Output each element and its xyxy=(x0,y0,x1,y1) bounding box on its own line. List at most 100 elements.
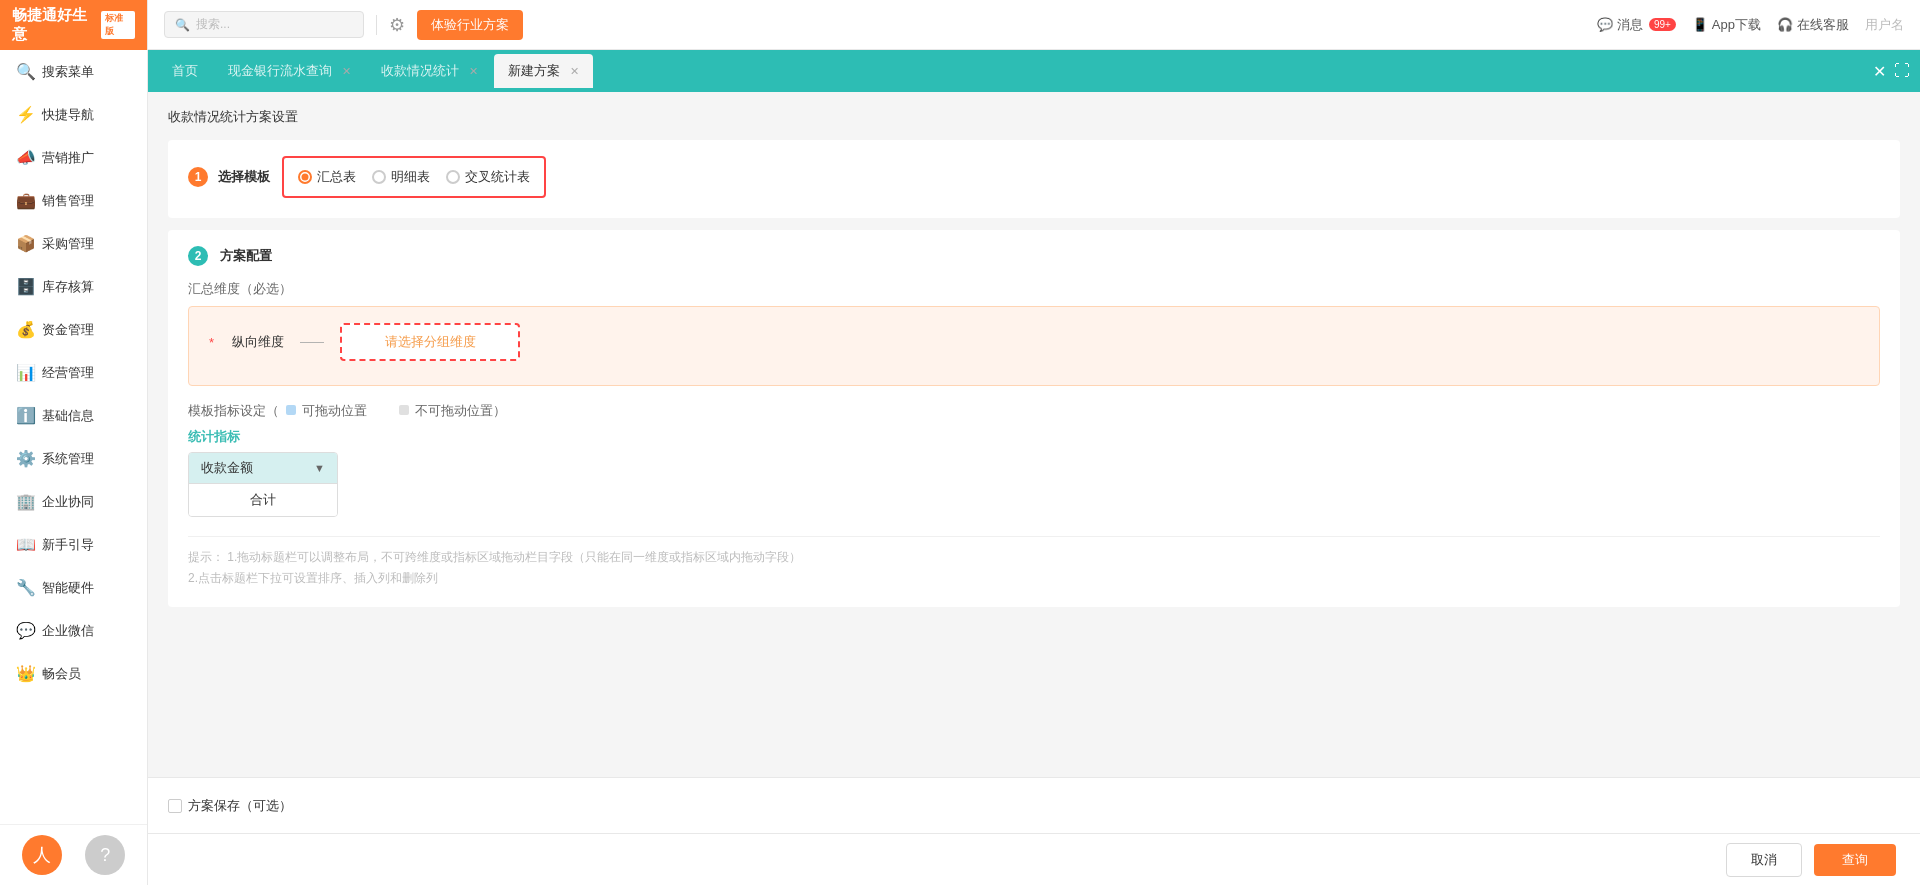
tab-3[interactable]: 新建方案✕ xyxy=(494,54,593,88)
step2-row: 2 方案配置 xyxy=(188,246,1880,266)
support-label: 在线客服 xyxy=(1797,16,1849,34)
radio-circle-2 xyxy=(446,170,460,184)
sidebar-bottom: 人 ? xyxy=(0,824,147,885)
sidebar-item-icon-13: 💬 xyxy=(16,621,34,640)
support-btn[interactable]: 🎧 在线客服 xyxy=(1777,16,1849,34)
step2-badge: 2 xyxy=(188,246,208,266)
step2-label: 方案配置 xyxy=(220,247,272,265)
sidebar-item-icon-10: 🏢 xyxy=(16,492,34,511)
sidebar-item-5[interactable]: 🗄️库存核算 xyxy=(0,265,147,308)
metric-dropdown-icon-0: ▼ xyxy=(314,462,325,474)
step1-badge: 1 xyxy=(188,167,208,187)
indicator-label: 模板指标设定（ 可拖动位置 不可拖动位置） xyxy=(188,402,1880,420)
sidebar-item-11[interactable]: 📖 新手引导 xyxy=(0,523,147,566)
required-star: * xyxy=(209,335,214,350)
config-area: 汇总维度（必选） * 纵向维度 —— 请选择分组维度 模板指标设定（ 可拖动位置 xyxy=(188,280,1880,587)
indicator-label-text: 模板指标设定（ xyxy=(188,403,279,418)
sidebar-item-label-10: 企业协同 xyxy=(42,493,94,511)
tab-close-2[interactable]: ✕ xyxy=(469,65,478,78)
template-option-1[interactable]: 明细表 xyxy=(372,168,430,186)
template-options: 汇总表 明细表交叉统计表 xyxy=(282,156,546,198)
radio-label-0: 汇总表 xyxy=(317,168,356,186)
dim-placeholder[interactable]: 请选择分组维度 xyxy=(340,323,520,361)
sidebar-item-icon-0: 🔍 xyxy=(16,62,34,81)
user-avatar[interactable]: 用户名 xyxy=(1865,16,1904,34)
sidebar-item-label-14: 畅会员 xyxy=(42,665,81,683)
sidebar-item-icon-12: 🔧 xyxy=(16,578,34,597)
close-window-btn[interactable]: ✕ xyxy=(1873,62,1886,81)
sidebar-item-icon-5: 🗄️ xyxy=(16,277,34,296)
sidebar-item-7[interactable]: 📊经营管理 xyxy=(0,351,147,394)
sidebar-item-1[interactable]: ⚡快捷导航 xyxy=(0,93,147,136)
logo-text: 畅捷通好生意 xyxy=(12,6,97,44)
sidebar-item-label-11: 新手引导 xyxy=(42,536,94,554)
topbar: 🔍 搜索... ⚙ 体验行业方案 💬 消息 99+ 📱 App下载 🎧 在线客服… xyxy=(148,0,1920,50)
metric-header-0[interactable]: 收款金额 ▼ xyxy=(189,453,337,484)
sidebar-item-3[interactable]: 💼销售管理 xyxy=(0,179,147,222)
template-option-0[interactable]: 汇总表 xyxy=(298,168,356,186)
search-icon: 🔍 xyxy=(175,18,190,32)
step1-row: 1 选择模板 汇总表 明细表交叉统计表 xyxy=(188,156,1880,198)
sidebar-item-label-9: 系统管理 xyxy=(42,450,94,468)
notification-badge: 99+ xyxy=(1649,18,1676,31)
sidebar-item-label-12: 智能硬件 xyxy=(42,579,94,597)
step1-inner: 1 选择模板 xyxy=(188,167,270,187)
sidebar-item-icon-4: 📦 xyxy=(16,234,34,253)
download-btn[interactable]: 📱 App下载 xyxy=(1692,16,1761,34)
sidebar-item-2[interactable]: 📣 营销推广 xyxy=(0,136,147,179)
sidebar-item-14[interactable]: 👑 畅会员 xyxy=(0,652,147,695)
draggable-legend-dot xyxy=(286,405,296,415)
tabbar: 首页现金银行流水查询✕收款情况统计✕新建方案✕ ✕ ⛶ xyxy=(148,50,1920,92)
step1-label: 选择模板 xyxy=(218,168,270,186)
save-checkbox[interactable]: 方案保存（可选） xyxy=(168,797,292,815)
sidebar-item-13[interactable]: 💬企业微信 xyxy=(0,609,147,652)
settings-icon[interactable]: ⚙ xyxy=(389,14,405,36)
sidebar-item-icon-2: 📣 xyxy=(16,148,34,167)
save-checkbox-box[interactable] xyxy=(168,799,182,813)
sidebar-item-icon-14: 👑 xyxy=(16,664,34,683)
notification-label: 消息 xyxy=(1617,16,1643,34)
sidebar-item-0[interactable]: 🔍搜索菜单 xyxy=(0,50,147,93)
tab-2[interactable]: 收款情况统计✕ xyxy=(367,54,492,88)
query-button[interactable]: 查询 xyxy=(1814,844,1896,876)
sidebar-item-icon-11: 📖 xyxy=(16,535,34,554)
sidebar-item-label-7: 经营管理 xyxy=(42,364,94,382)
search-box[interactable]: 🔍 搜索... xyxy=(164,11,364,38)
sidebar-item-label-4: 采购管理 xyxy=(42,235,94,253)
tab-close-1[interactable]: ✕ xyxy=(342,65,351,78)
footer: 方案保存（可选） xyxy=(148,777,1920,833)
sidebar-item-6[interactable]: 💰资金管理 xyxy=(0,308,147,351)
sidebar-item-label-8: 基础信息 xyxy=(42,407,94,425)
sidebar-logo: 畅捷通好生意 标准版 xyxy=(0,0,147,50)
sidebar-item-8[interactable]: ℹ️基础信息 xyxy=(0,394,147,437)
sidebar-item-12[interactable]: 🔧 智能硬件 xyxy=(0,566,147,609)
bottom-bar: 取消 查询 xyxy=(148,833,1920,885)
vertical-dim-name: 纵向维度 xyxy=(232,333,284,351)
topbar-divider xyxy=(376,15,377,35)
tab-1[interactable]: 现金银行流水查询✕ xyxy=(214,54,365,88)
sidebar-item-4[interactable]: 📦 采购管理 xyxy=(0,222,147,265)
expand-window-btn[interactable]: ⛶ xyxy=(1894,62,1910,81)
tab-close-3[interactable]: ✕ xyxy=(570,65,579,78)
industry-btn[interactable]: 体验行业方案 xyxy=(417,10,523,40)
tab-0[interactable]: 首页 xyxy=(158,54,212,88)
sidebar-help-btn[interactable]: ? xyxy=(85,835,125,875)
sidebar-item-label-1: 快捷导航 xyxy=(42,106,94,124)
template-option-2[interactable]: 交叉统计表 xyxy=(446,168,530,186)
tabbar-actions: ✕ ⛶ xyxy=(1873,62,1910,81)
sidebar-item-10[interactable]: 🏢 企业协同 xyxy=(0,480,147,523)
metric-header-text-0: 收款金额 xyxy=(201,459,253,477)
metric-cell-0-0: 合计 xyxy=(189,484,337,516)
content-area: 收款情况统计方案设置 1 选择模板 汇总表明细表交叉统计表 2 方案配置 汇总维… xyxy=(148,92,1920,777)
sidebar-item-9[interactable]: ⚙️系统管理 xyxy=(0,437,147,480)
sidebar-item-label-2: 营销推广 xyxy=(42,149,94,167)
dimension-zone: * 纵向维度 —— 请选择分组维度 xyxy=(188,306,1880,386)
download-label: App下载 xyxy=(1712,16,1761,34)
notification-btn[interactable]: 💬 消息 99+ xyxy=(1597,16,1676,34)
sidebar: 畅捷通好生意 标准版 🔍搜索菜单⚡快捷导航 📣 营销推广 💼销售管理 📦 采购管理 🗄️库存… xyxy=(0,0,148,885)
topbar-right: 💬 消息 99+ 📱 App下载 🎧 在线客服 用户名 xyxy=(1597,16,1904,34)
sidebar-avatar-btn[interactable]: 人 xyxy=(22,835,62,875)
radio-label-1: 明细表 xyxy=(391,168,430,186)
sidebar-item-icon-6: 💰 xyxy=(16,320,34,339)
cancel-button[interactable]: 取消 xyxy=(1726,843,1802,877)
